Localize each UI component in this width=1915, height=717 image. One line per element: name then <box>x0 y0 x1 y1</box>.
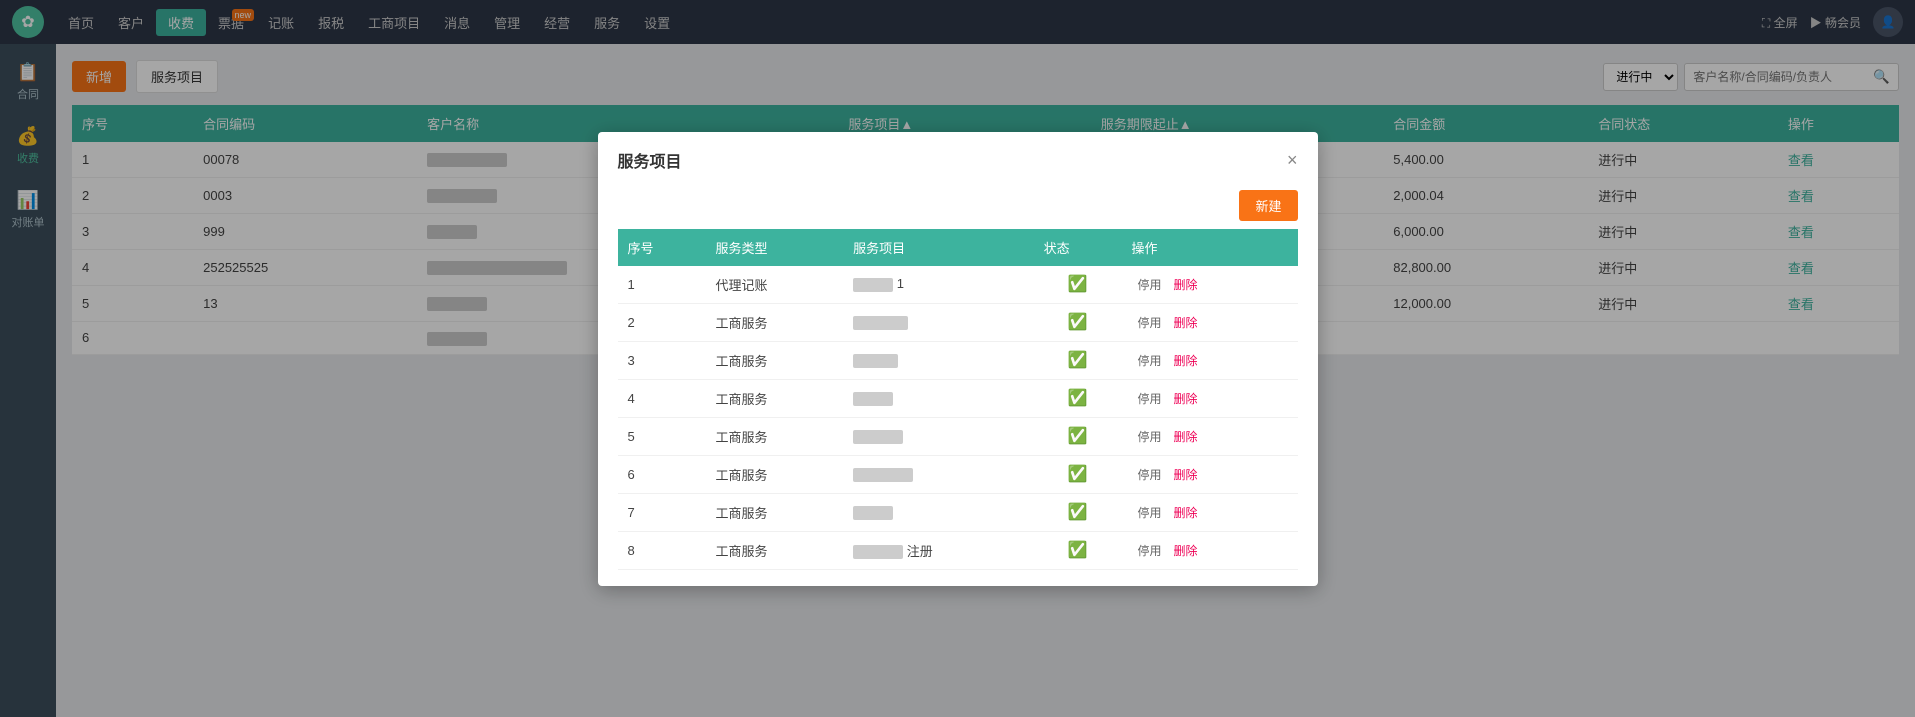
modal-title: 服务项目 <box>618 148 682 172</box>
modal-body: 序号服务类型服务项目状态操作1代理记账 1✅停用删除2工商服务✅停用删除3工商服… <box>598 229 1318 586</box>
active-check-icon: ✅ <box>1068 542 1088 559</box>
modal-item-cell <box>843 493 1033 531</box>
active-check-icon: ✅ <box>1068 428 1088 445</box>
modal-close-button[interactable]: × <box>1287 151 1298 169</box>
active-check-icon: ✅ <box>1068 314 1088 331</box>
modal-type-cell: 工商服务 <box>705 303 843 341</box>
modal-action-cell: 停用删除 <box>1122 341 1298 379</box>
modal-type-cell: 代理记账 <box>705 266 843 304</box>
modal-action-cell: 停用删除 <box>1122 379 1298 417</box>
modal-item-cell <box>843 417 1033 455</box>
active-check-icon: ✅ <box>1068 276 1088 293</box>
modal-action-cell: 停用删除 <box>1122 531 1298 569</box>
modal-seq-cell: 6 <box>618 455 706 493</box>
active-check-icon: ✅ <box>1068 466 1088 483</box>
active-check-icon: ✅ <box>1068 390 1088 407</box>
modal-seq-cell: 2 <box>618 303 706 341</box>
modal-seq-cell: 4 <box>618 379 706 417</box>
modal-col-header: 操作 <box>1122 229 1298 266</box>
modal-type-cell: 工商服务 <box>705 341 843 379</box>
delete-button[interactable]: 删除 <box>1168 312 1204 333</box>
active-check-icon: ✅ <box>1068 504 1088 521</box>
modal-type-cell: 工商服务 <box>705 417 843 455</box>
modal-type-cell: 工商服务 <box>705 455 843 493</box>
modal-status-cell: ✅ <box>1034 303 1122 341</box>
delete-button[interactable]: 删除 <box>1168 388 1204 409</box>
stop-button[interactable]: 停用 <box>1132 540 1168 561</box>
modal-table-row: 7工商服务 ✅ 停用删除 <box>618 493 1298 531</box>
stop-button[interactable]: 停用 <box>1132 388 1168 409</box>
modal-action-cell: 停用删除 <box>1122 493 1298 531</box>
modal-status-cell: ✅ <box>1034 417 1122 455</box>
modal-new-button[interactable]: 新建 <box>1239 190 1297 221</box>
delete-button[interactable]: 删除 <box>1168 502 1204 523</box>
modal-status-cell: ✅ <box>1034 266 1122 304</box>
modal-status-cell: ✅ <box>1034 455 1122 493</box>
active-check-icon: ✅ <box>1068 352 1088 369</box>
modal-item-cell <box>843 303 1033 341</box>
modal-item-cell <box>843 341 1033 379</box>
modal-item-cell: 注册 <box>843 531 1033 569</box>
modal-table-row: 5工商服务 ✅ 停用删除 <box>618 417 1298 455</box>
modal-table-row: 3工商服务 ✅ 停用删除 <box>618 341 1298 379</box>
modal-status-cell: ✅ <box>1034 493 1122 531</box>
modal-action-cell: 停用删除 <box>1122 266 1298 304</box>
delete-button[interactable]: 删除 <box>1168 540 1204 561</box>
modal-col-header: 序号 <box>618 229 706 266</box>
modal-status-cell: ✅ <box>1034 341 1122 379</box>
modal-status-cell: ✅ <box>1034 531 1122 569</box>
modal-table-row: 6工商服务 ✅ 停用删除 <box>618 455 1298 493</box>
modal-table-row: 1代理记账 1 ✅ 停用删除 <box>618 266 1298 304</box>
delete-button[interactable]: 删除 <box>1168 464 1204 485</box>
modal-seq-cell: 1 <box>618 266 706 304</box>
modal-status-cell: ✅ <box>1034 379 1122 417</box>
stop-button[interactable]: 停用 <box>1132 426 1168 447</box>
modal-table-row: 2工商服务 ✅ 停用删除 <box>618 303 1298 341</box>
stop-button[interactable]: 停用 <box>1132 274 1168 295</box>
modal-seq-cell: 7 <box>618 493 706 531</box>
modal-item-cell <box>843 379 1033 417</box>
modal-col-header: 服务类型 <box>705 229 843 266</box>
modal-action-cell: 停用删除 <box>1122 303 1298 341</box>
modal-header: 服务项目 × <box>598 132 1318 182</box>
modal-type-cell: 工商服务 <box>705 531 843 569</box>
modal-item-cell <box>843 455 1033 493</box>
modal-type-cell: 工商服务 <box>705 379 843 417</box>
delete-button[interactable]: 删除 <box>1168 426 1204 447</box>
stop-button[interactable]: 停用 <box>1132 502 1168 523</box>
modal-table-row: 4工商服务 ✅ 停用删除 <box>618 379 1298 417</box>
stop-button[interactable]: 停用 <box>1132 464 1168 485</box>
stop-button[interactable]: 停用 <box>1132 312 1168 333</box>
modal-seq-cell: 8 <box>618 531 706 569</box>
modal-type-cell: 工商服务 <box>705 493 843 531</box>
stop-button[interactable]: 停用 <box>1132 350 1168 371</box>
modal-table: 序号服务类型服务项目状态操作1代理记账 1✅停用删除2工商服务✅停用删除3工商服… <box>618 229 1298 570</box>
modal-toolbar: 新建 <box>598 182 1318 229</box>
modal-table-row: 8工商服务 注册 ✅ 停用删除 <box>618 531 1298 569</box>
modal-seq-cell: 5 <box>618 417 706 455</box>
modal-col-header: 状态 <box>1034 229 1122 266</box>
modal-item-cell: 1 <box>843 266 1033 304</box>
delete-button[interactable]: 删除 <box>1168 350 1204 371</box>
modal-action-cell: 停用删除 <box>1122 455 1298 493</box>
delete-button[interactable]: 删除 <box>1168 274 1204 295</box>
modal: 服务项目 × 新建 序号服务类型服务项目状态操作1代理记账 1✅停用删除2工商服… <box>598 132 1318 586</box>
modal-seq-cell: 3 <box>618 341 706 379</box>
modal-overlay[interactable]: 服务项目 × 新建 序号服务类型服务项目状态操作1代理记账 1✅停用删除2工商服… <box>0 0 1915 717</box>
modal-action-cell: 停用删除 <box>1122 417 1298 455</box>
modal-col-header: 服务项目 <box>843 229 1033 266</box>
